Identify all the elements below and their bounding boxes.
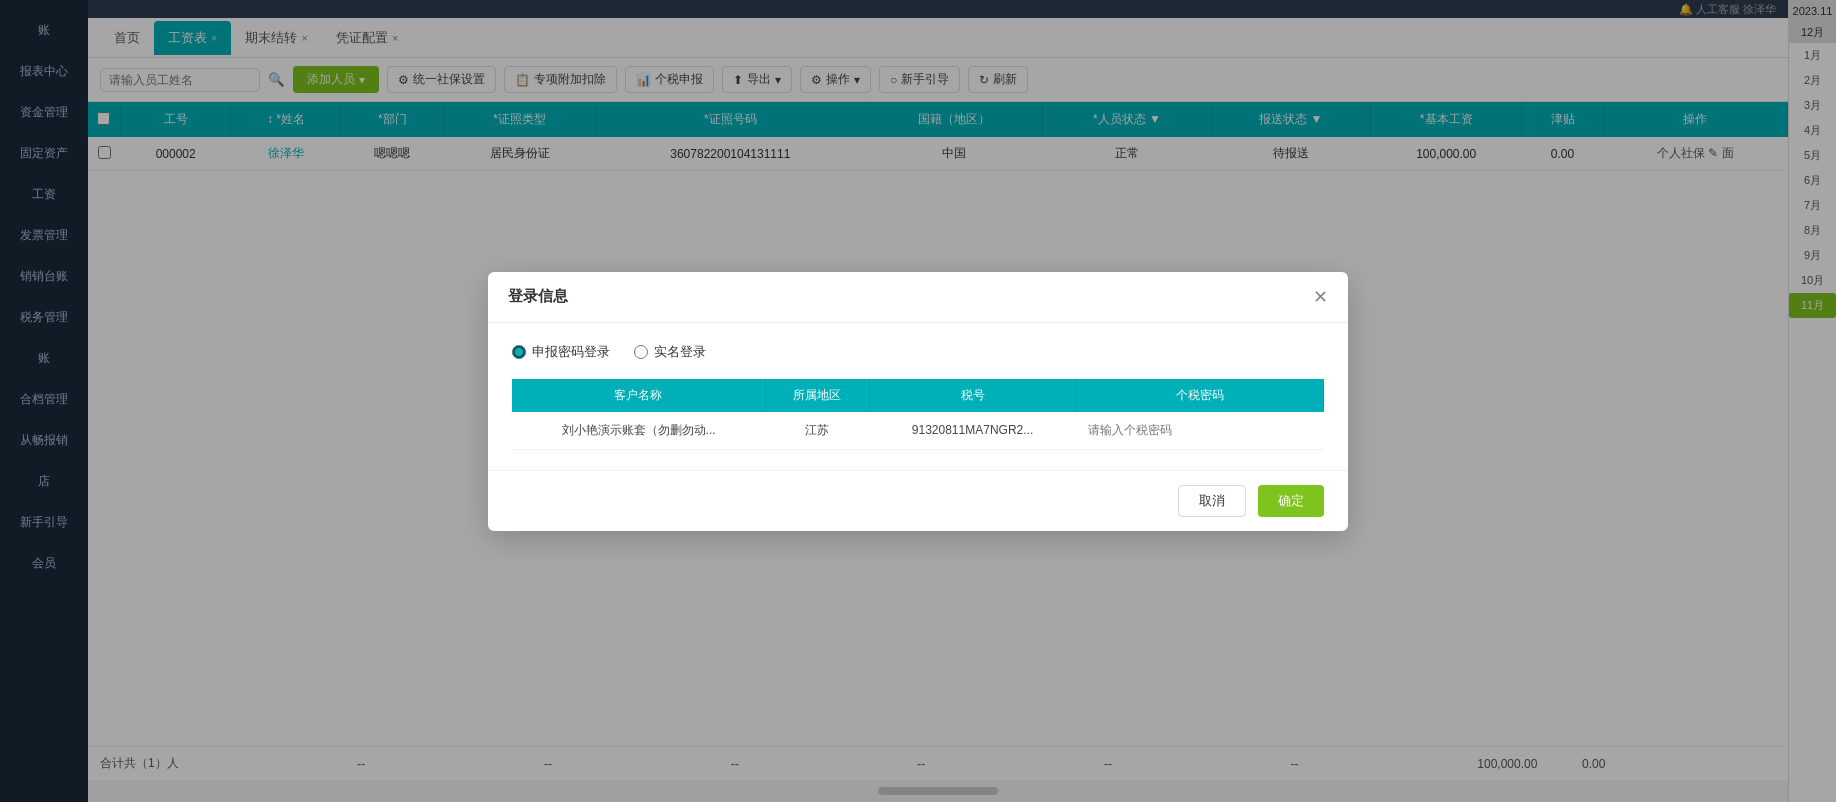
individual-tax-password-input[interactable] [1088, 423, 1312, 437]
password-cell[interactable] [1076, 412, 1324, 450]
dialog-body: 申报密码登录 实名登录 客户名称 所属地区 税号 个税密码 [488, 323, 1348, 470]
radio-password-login[interactable]: 申报密码登录 [512, 343, 610, 361]
radio-realname-login[interactable]: 实名登录 [634, 343, 706, 361]
dialog-footer: 取消 确定 [488, 470, 1348, 531]
radio-realname-label: 实名登录 [654, 343, 706, 361]
dialog-header: 登录信息 ✕ [488, 272, 1348, 323]
inner-col-region: 所属地区 [765, 379, 869, 412]
login-type-radio-group: 申报密码登录 实名登录 [512, 343, 1324, 361]
inner-col-password: 个税密码 [1076, 379, 1324, 412]
login-info-table: 客户名称 所属地区 税号 个税密码 刘小艳演示账套（勿删勿动... 江苏 913… [512, 379, 1324, 450]
cancel-button[interactable]: 取消 [1178, 485, 1246, 517]
confirm-button[interactable]: 确定 [1258, 485, 1324, 517]
client-name-cell: 刘小艳演示账套（勿删勿动... [512, 412, 765, 450]
inner-col-taxno: 税号 [869, 379, 1076, 412]
radio-password-input[interactable] [512, 345, 526, 359]
radio-password-label: 申报密码登录 [532, 343, 610, 361]
modal-overlay: 登录信息 ✕ 申报密码登录 实名登录 客户名称 所属地 [0, 0, 1836, 802]
login-info-row: 刘小艳演示账套（勿删勿动... 江苏 91320811MA7NGR2... [512, 412, 1324, 450]
dialog-title: 登录信息 [508, 287, 568, 306]
region-cell: 江苏 [765, 412, 869, 450]
dialog-close-button[interactable]: ✕ [1313, 286, 1328, 308]
taxno-cell: 91320811MA7NGR2... [869, 412, 1076, 450]
radio-realname-input[interactable] [634, 345, 648, 359]
inner-col-name: 客户名称 [512, 379, 765, 412]
login-dialog: 登录信息 ✕ 申报密码登录 实名登录 客户名称 所属地 [488, 272, 1348, 531]
